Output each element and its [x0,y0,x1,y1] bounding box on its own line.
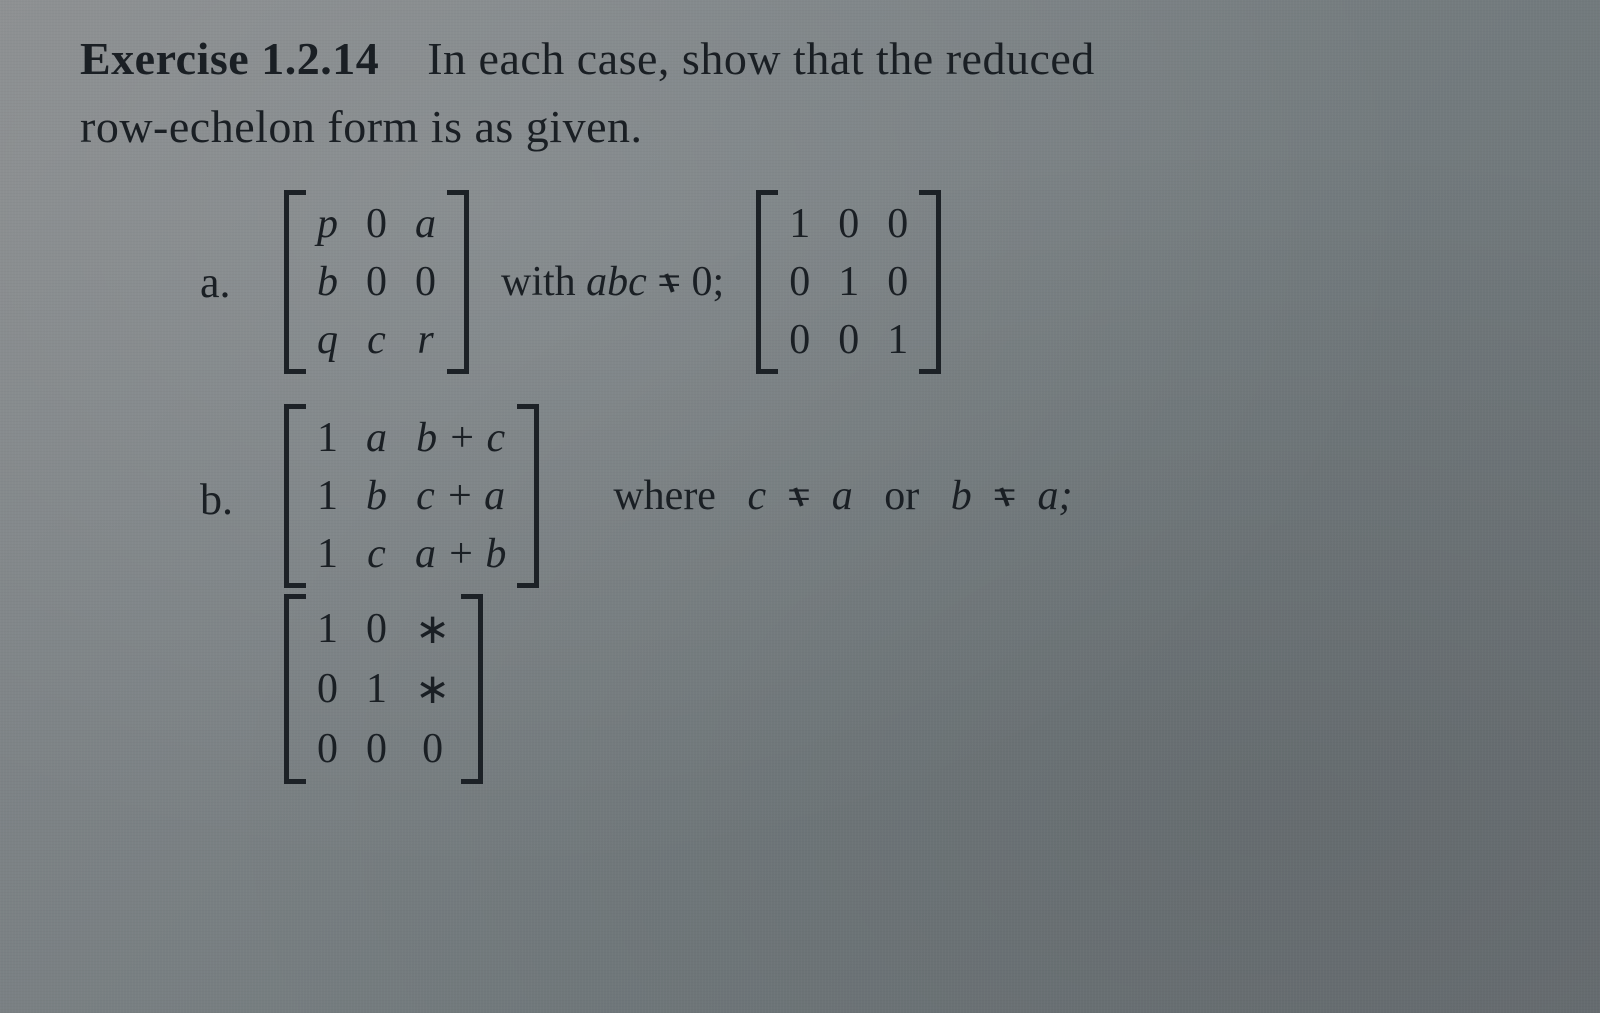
cell: 1 [317,414,338,462]
cond-a: a [832,473,853,519]
bracket-right-icon [516,404,539,588]
part-b: b. 1 a b + c 1 b c + a 1 c a + b [200,404,1540,784]
part-b-rref-cells: 1 0 ∗ 0 1 ∗ 0 0 0 [307,594,460,784]
cell: 1 [887,316,908,364]
cell: 0 [415,258,436,306]
bracket-left-icon [284,190,307,374]
part-b-rref: 1 0 ∗ 0 1 ∗ 0 0 0 [284,594,483,784]
cell: ∗ [415,604,450,654]
part-a-condition: with abc = 0; [501,258,724,306]
not-equal-icon: = [787,472,811,520]
cell: b + c [416,414,505,462]
cond-a2: a; [1037,473,1072,519]
part-b-matrix-cells: 1 a b + c 1 b c + a 1 c a + b [307,404,516,588]
cell: a [415,200,436,248]
cell: p [317,200,338,248]
cell: 0 [789,316,810,364]
cell: a + b [415,530,506,578]
cell: 0 [887,200,908,248]
part-b-row1: 1 a b + c 1 b c + a 1 c a + b where c [270,404,1090,588]
cell: 0 [422,725,443,773]
part-a-matrix: p 0 a b 0 0 q c r [284,190,469,374]
cell: 0 [366,200,387,248]
part-a-label: a. [200,257,270,308]
cond-c: c [747,473,766,519]
cell: c + a [416,472,505,520]
part-b-stack: 1 a b + c 1 b c + a 1 c a + b where c [270,404,1090,784]
cell: ∗ [415,664,450,714]
exercise-page: Exercise 1.2.14 In each case, show that … [0,0,1600,1013]
exercise-number: Exercise 1.2.14 [80,33,379,84]
cond-prefix: with [501,259,586,305]
cell: 1 [317,472,338,520]
part-b-condition: where c = a or b = a; [613,472,1072,520]
cell: 1 [366,665,387,713]
not-equal-icon: = [657,258,681,306]
cond-or: or [884,473,919,519]
part-a-rref-cells: 1 0 0 0 1 0 0 0 1 [779,190,918,374]
cell: 0 [887,258,908,306]
part-a-rref: 1 0 0 0 1 0 0 0 1 [756,190,941,374]
cell: b [366,472,387,520]
cell: 0 [789,258,810,306]
cell: r [417,316,433,364]
part-b-row2: 1 0 ∗ 0 1 ∗ 0 0 0 [270,594,497,784]
bracket-left-icon [756,190,779,374]
part-b-matrix: 1 a b + c 1 b c + a 1 c a + b [284,404,539,588]
bracket-right-icon [446,190,469,374]
cell: c [367,530,386,578]
part-a-matrix-cells: p 0 a b 0 0 q c r [307,190,446,374]
cell: 0 [317,725,338,773]
exercise-prompt-line1: Exercise 1.2.14 In each case, show that … [80,30,1540,88]
cell: 0 [366,605,387,653]
cell: 0 [366,725,387,773]
cond-prefix: where [613,473,716,519]
cell: 1 [317,605,338,653]
cell: c [367,316,386,364]
bracket-right-icon [918,190,941,374]
bracket-left-icon [284,404,307,588]
cond-rhs: 0; [692,259,725,305]
cell: 0 [838,200,859,248]
cond-b: b [951,473,972,519]
not-equal-icon: = [993,472,1017,520]
cell: 0 [317,665,338,713]
cell: 0 [838,316,859,364]
cell: 1 [838,258,859,306]
cell: 1 [317,530,338,578]
cell: 0 [366,258,387,306]
bracket-right-icon [460,594,483,784]
cell: a [366,414,387,462]
bracket-left-icon [284,594,307,784]
part-b-label: b. [200,474,270,525]
cell: b [317,258,338,306]
cond-expr: abc [586,259,647,305]
cell: 1 [789,200,810,248]
part-a: a. p 0 a b 0 0 q c r with abc = 0; [200,190,1540,374]
exercise-prompt-line1-rest: In each case, show that the reduced [427,33,1095,84]
exercise-prompt-line2: row-echelon form is as given. [80,98,1540,156]
cell: q [317,316,338,364]
